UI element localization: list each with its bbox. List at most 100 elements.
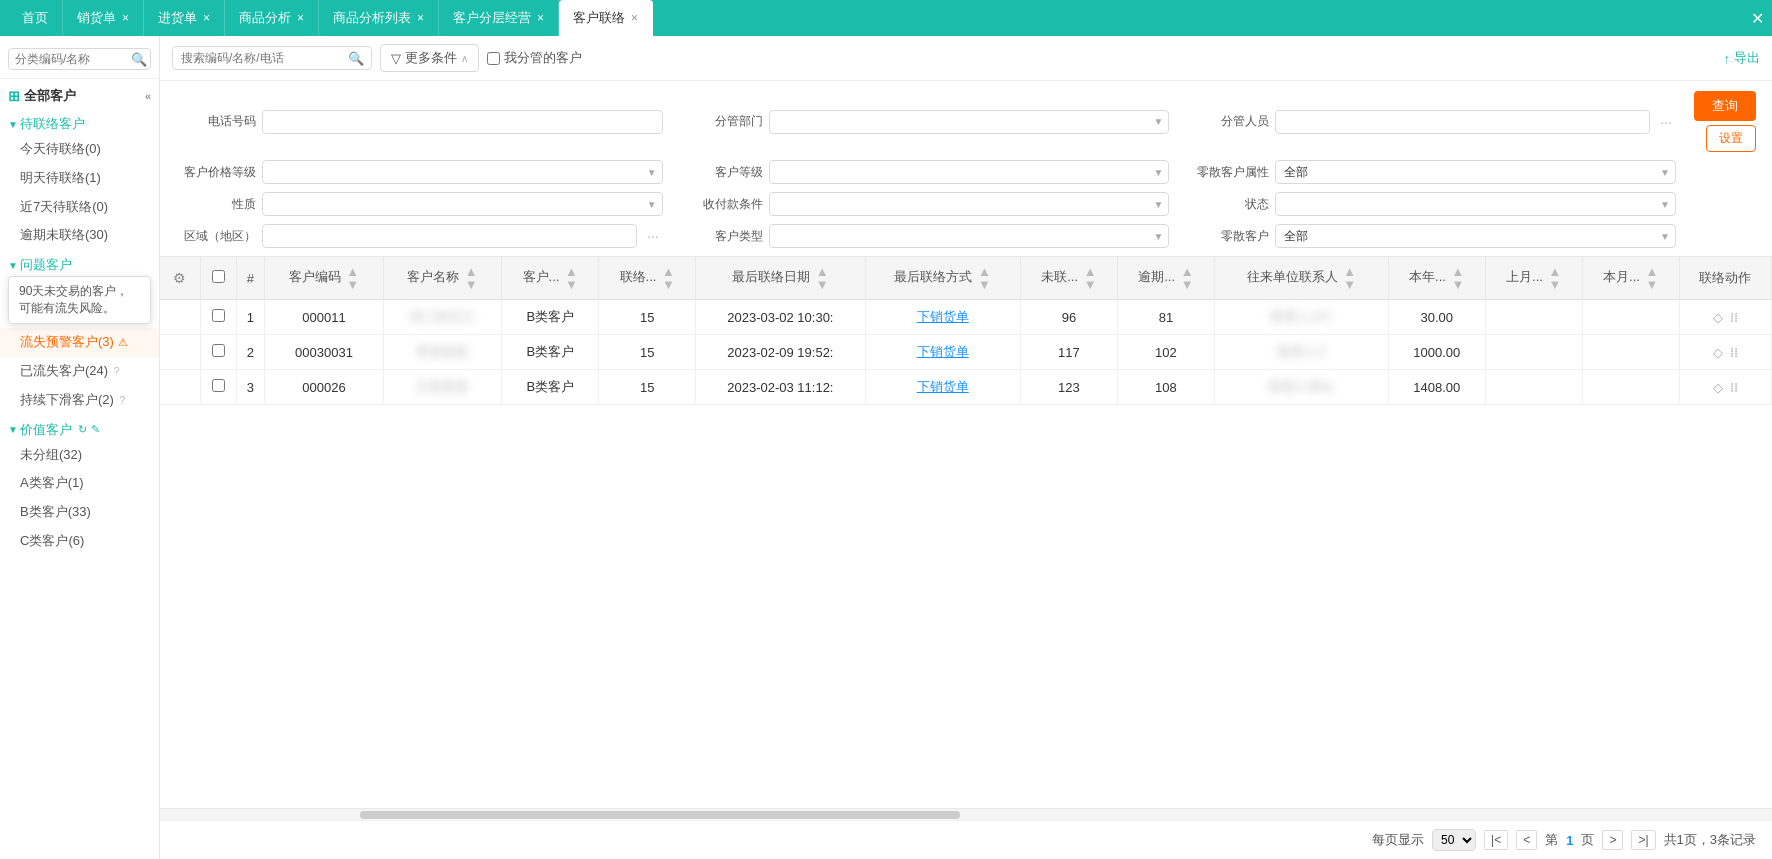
tab-customer-tier[interactable]: 客户分层经营 ×: [439, 0, 559, 36]
tab-sales-close[interactable]: ×: [122, 11, 129, 25]
manager-input[interactable]: [1275, 110, 1650, 134]
sidebar-item-c-class[interactable]: C类客户(6): [0, 527, 159, 556]
sidebar-item-declining[interactable]: 持续下滑客户(2) ?: [0, 386, 159, 415]
tab-product-analysis[interactable]: 商品分析 ×: [225, 0, 319, 36]
scrollbar-thumb[interactable]: [360, 811, 960, 819]
row2-method[interactable]: 下销货单: [865, 335, 1020, 370]
row3-checkbox[interactable]: [200, 370, 236, 405]
unit-contact-header[interactable]: 往来单位联系人 ▲▼: [1214, 257, 1388, 300]
filter-search-input[interactable]: [172, 46, 372, 70]
row3-more-icon[interactable]: ⁞⁞: [1730, 380, 1738, 395]
horizontal-scrollbar[interactable]: [160, 808, 1772, 820]
sidebar-item-tomorrow[interactable]: 明天待联络(1): [0, 164, 159, 193]
edit-icon[interactable]: ✎: [91, 423, 100, 436]
this-year-header[interactable]: 本年... ▲▼: [1388, 257, 1485, 300]
row2-name: 李某某某: [383, 335, 502, 370]
not-contacted-header[interactable]: 未联... ▲▼: [1020, 257, 1117, 300]
phone-input[interactable]: [262, 110, 663, 134]
row1-checkbox[interactable]: [200, 300, 236, 335]
gender-select[interactable]: [262, 192, 663, 216]
zero-customer-select[interactable]: 全部: [1275, 224, 1676, 248]
sidebar-group-value[interactable]: ▼ 价值客户 ↻ ✎: [0, 415, 159, 441]
row2-code: 00030031: [265, 335, 384, 370]
contact-header[interactable]: 联络... ▲▼: [599, 257, 696, 300]
first-page-btn[interactable]: |<: [1484, 830, 1508, 850]
sidebar-group-problem-label: 问题客户: [20, 256, 72, 274]
last-month-header[interactable]: 上月... ▲▼: [1485, 257, 1582, 300]
sidebar-item-lost[interactable]: 已流失客户(24) ?: [0, 357, 159, 386]
sidebar-all-customers[interactable]: ⊞ 全部客户 «: [0, 83, 159, 109]
sidebar-item-b-class[interactable]: B类客户(33): [0, 498, 159, 527]
page-label: 第: [1545, 831, 1558, 849]
row1-check[interactable]: [212, 309, 225, 322]
tab-customer-contact-close[interactable]: ×: [631, 11, 638, 25]
overdue-header[interactable]: 逾期... ▲▼: [1117, 257, 1214, 300]
tab-home[interactable]: 首页: [8, 0, 63, 36]
prev-page-btn[interactable]: <: [1516, 830, 1537, 850]
price-grade-select[interactable]: [262, 160, 663, 184]
export-btn[interactable]: ↑ 导出: [1724, 49, 1761, 67]
sidebar-item-a-class[interactable]: A类客户(1): [0, 469, 159, 498]
area-input[interactable]: [262, 224, 637, 248]
row1-more-icon[interactable]: ⁞⁞: [1730, 310, 1738, 325]
sidebar-group-pending[interactable]: ▼ 待联络客户: [0, 109, 159, 135]
last-page-btn[interactable]: >|: [1631, 830, 1655, 850]
name-header[interactable]: 客户名称 ▲▼: [383, 257, 502, 300]
type-header[interactable]: 客户... ▲▼: [502, 257, 599, 300]
last-contact-date-header[interactable]: 最后联络日期 ▲▼: [696, 257, 865, 300]
tab-customer-contact[interactable]: 客户联络 ×: [559, 0, 653, 36]
payment-select[interactable]: [769, 192, 1170, 216]
status-wrap: ▼: [1275, 192, 1676, 216]
manager-dots[interactable]: ···: [1656, 114, 1676, 130]
tab-sales[interactable]: 销货单 ×: [63, 0, 144, 36]
status-select[interactable]: [1275, 192, 1676, 216]
tab-product-list[interactable]: 商品分析列表 ×: [319, 0, 439, 36]
more-conditions-btn[interactable]: ▽ 更多条件 ∧: [380, 44, 479, 72]
tab-product-list-close[interactable]: ×: [417, 11, 424, 25]
settings-header[interactable]: ⚙: [160, 257, 200, 300]
refresh-icon[interactable]: ↻: [78, 423, 87, 436]
customer-type-select[interactable]: [769, 224, 1170, 248]
sidebar-search-input[interactable]: [8, 48, 151, 70]
zero-attr-select[interactable]: 全部: [1275, 160, 1676, 184]
per-page-select[interactable]: 50: [1432, 829, 1476, 851]
sidebar-item-ungroup[interactable]: 未分组(32): [0, 441, 159, 470]
row3-check[interactable]: [212, 379, 225, 392]
row1-contact-icon[interactable]: ◇: [1713, 310, 1723, 325]
sidebar-item-7days[interactable]: 近7天待联络(0): [0, 193, 159, 222]
next-page-btn[interactable]: >: [1602, 830, 1623, 850]
row3-method[interactable]: 下销货单: [865, 370, 1020, 405]
row3-contact-icon[interactable]: ◇: [1713, 380, 1723, 395]
tab-customer-tier-close[interactable]: ×: [537, 11, 544, 25]
tab-purchase-close[interactable]: ×: [203, 11, 210, 25]
settings-btn[interactable]: 设置: [1706, 125, 1756, 152]
row2-checkbox[interactable]: [200, 335, 236, 370]
tab-purchase[interactable]: 进货单 ×: [144, 0, 225, 36]
dept-select[interactable]: [769, 110, 1170, 134]
tab-bar-close[interactable]: ✕: [1751, 9, 1764, 28]
this-month-header[interactable]: 本月... ▲▼: [1582, 257, 1679, 300]
row1-method[interactable]: 下销货单: [865, 300, 1020, 335]
sidebar-item-today[interactable]: 今天待联络(0): [0, 135, 159, 164]
settings-icon[interactable]: ⚙: [173, 270, 186, 286]
my-customers-checkbox-wrap[interactable]: 我分管的客户: [487, 49, 582, 67]
select-all-checkbox[interactable]: [212, 270, 225, 283]
row2-more-icon[interactable]: ⁞⁞: [1730, 345, 1738, 360]
sidebar-item-overdue[interactable]: 逾期未联络(30): [0, 221, 159, 250]
my-customers-checkbox[interactable]: [487, 52, 500, 65]
export-label: 导出: [1734, 49, 1760, 67]
tm-sort: ▲▼: [1646, 265, 1659, 291]
sidebar-group-problem[interactable]: ▼ 问题客户: [0, 250, 159, 276]
row2-contact: 15: [599, 335, 696, 370]
row2-contact-icon[interactable]: ◇: [1713, 345, 1723, 360]
customer-grade-select[interactable]: [769, 160, 1170, 184]
sidebar-item-at-risk[interactable]: 流失预警客户(3) ⚠: [0, 328, 159, 357]
code-header[interactable]: 客户编码 ▲▼: [265, 257, 384, 300]
tab-product-analysis-close[interactable]: ×: [297, 11, 304, 25]
checkbox-header[interactable]: [200, 257, 236, 300]
row2-check[interactable]: [212, 344, 225, 357]
last-contact-method-header[interactable]: 最后联络方式 ▲▼: [865, 257, 1020, 300]
collapse-icon: «: [145, 90, 151, 102]
query-btn[interactable]: 查询: [1694, 91, 1756, 121]
area-dots[interactable]: ···: [643, 228, 663, 244]
